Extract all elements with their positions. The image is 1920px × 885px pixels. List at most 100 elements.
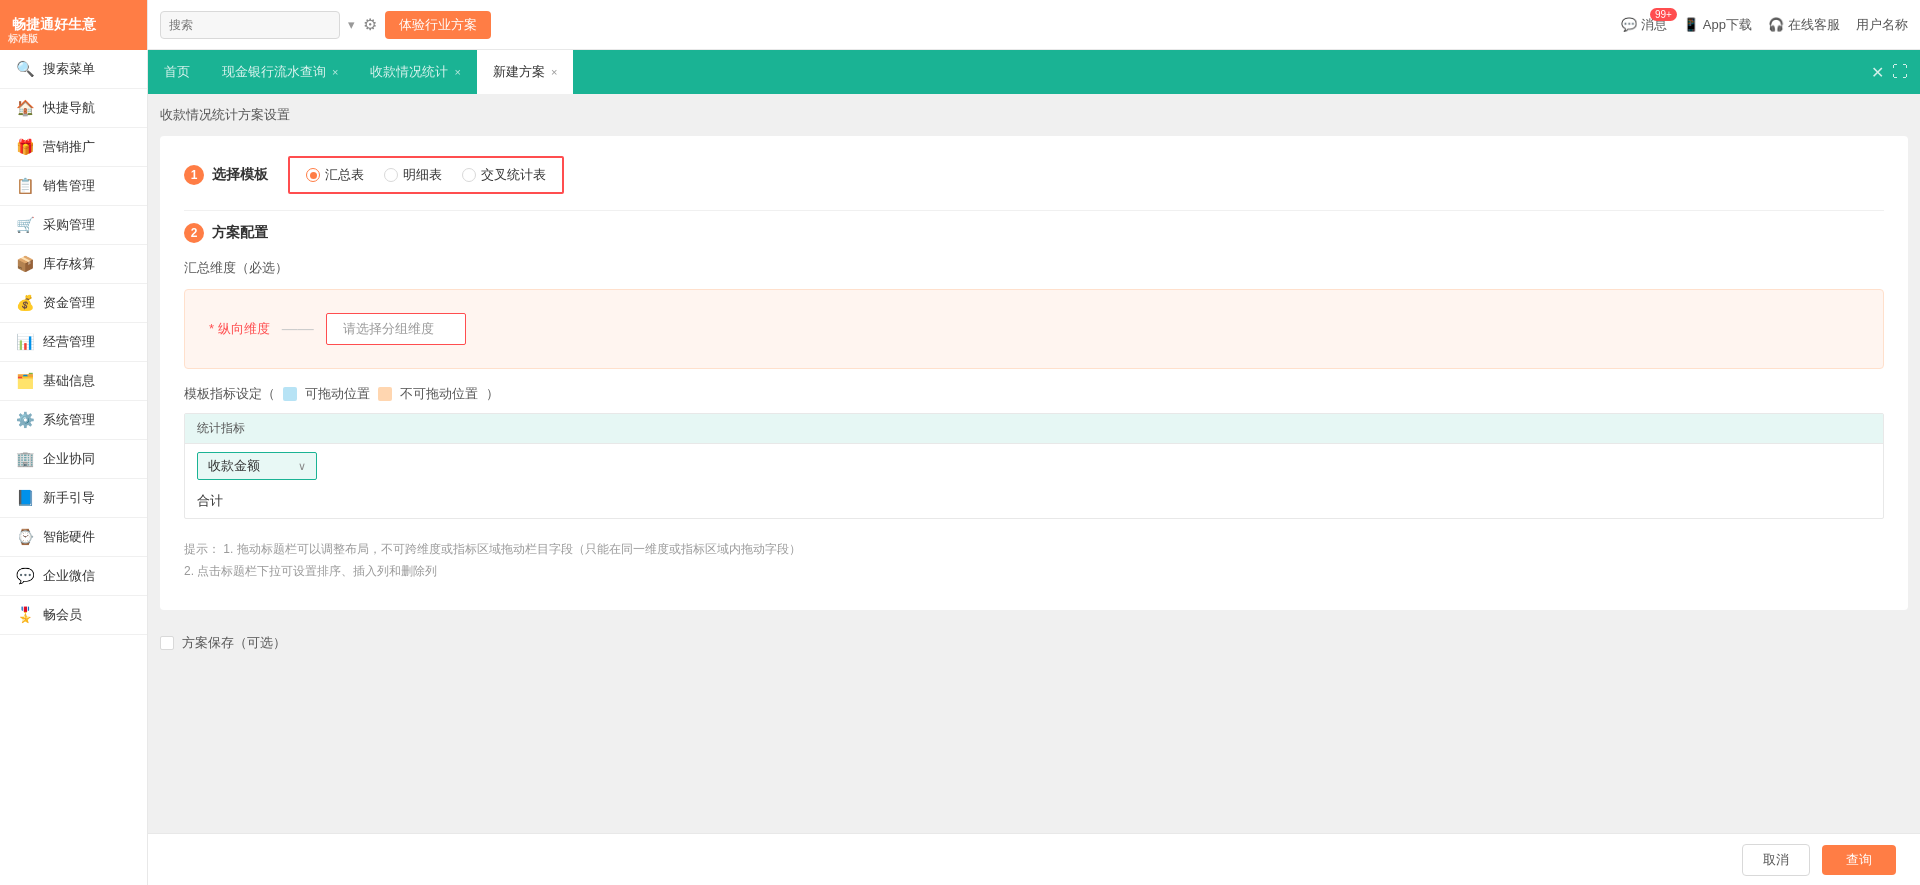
tab-bank-query[interactable]: 现金银行流水查询 × bbox=[206, 50, 354, 94]
sidebar-item-label: 畅会员 bbox=[43, 606, 82, 624]
dim-select[interactable]: 请选择分组维度 bbox=[326, 313, 466, 345]
sidebar-item-inventory[interactable]: 📦 库存核算 bbox=[0, 245, 147, 284]
non-draggable-badge bbox=[378, 387, 392, 401]
draggable-badge bbox=[283, 387, 297, 401]
metric-item-receipt[interactable]: 收款金额 ∨ bbox=[197, 452, 317, 480]
sidebar-item-label: 经营管理 bbox=[43, 333, 95, 351]
sidebar: 畅捷通好生意 标准版 🔍 搜索菜单 🏠 快捷导航 🎁 营销推广 📋 销售管理 🛒… bbox=[0, 0, 148, 885]
indicator-settings-label: 模板指标设定（ 可拖动位置 不可拖动位置 ） bbox=[184, 385, 1884, 403]
smarthw-icon: ⌚ bbox=[16, 528, 35, 546]
radio-summary[interactable]: 汇总表 bbox=[306, 166, 364, 184]
sidebar-item-sales[interactable]: 📋 销售管理 bbox=[0, 167, 147, 206]
tab-receipt-stat[interactable]: 收款情况统计 × bbox=[354, 50, 476, 94]
app-label: App下载 bbox=[1703, 16, 1752, 34]
tab-receipt-stat-close[interactable]: × bbox=[454, 66, 460, 78]
step2-title: 方案配置 bbox=[212, 224, 268, 242]
sidebar-item-label: 新手引导 bbox=[43, 489, 95, 507]
topbar: ▾ ⚙ 体验行业方案 💬 消息 99+ 📱 App下载 🎧 在线客服 用户名称 bbox=[148, 0, 1920, 50]
sidebar-logo: 畅捷通好生意 标准版 bbox=[0, 0, 147, 50]
sidebar-item-base-info[interactable]: 🗂️ 基础信息 bbox=[0, 362, 147, 401]
sidebar-item-enterprise[interactable]: 🏢 企业协同 bbox=[0, 440, 147, 479]
metric-area: 统计指标 收款金额 ∨ 合计 bbox=[184, 413, 1884, 519]
sidebar-item-label: 搜索菜单 bbox=[43, 60, 95, 78]
enterprise-icon: 🏢 bbox=[16, 450, 35, 468]
message-icon: 💬 bbox=[1621, 17, 1637, 32]
sidebar-item-marketing[interactable]: 🎁 营销推广 bbox=[0, 128, 147, 167]
radio-cross[interactable]: 交叉统计表 bbox=[462, 166, 546, 184]
sidebar-item-wechat[interactable]: 💬 企业微信 bbox=[0, 557, 147, 596]
sidebar-item-label: 快捷导航 bbox=[43, 99, 95, 117]
sidebar-item-purchase[interactable]: 🛒 采购管理 bbox=[0, 206, 147, 245]
non-draggable-label: 不可拖动位置 bbox=[400, 385, 478, 403]
radio-detail-circle bbox=[384, 168, 398, 182]
service-label: 在线客服 bbox=[1788, 16, 1840, 34]
member-icon: 🎖️ bbox=[16, 606, 35, 624]
search-input[interactable] bbox=[160, 11, 340, 39]
message-btn[interactable]: 💬 消息 99+ bbox=[1621, 16, 1667, 34]
divider1 bbox=[184, 210, 1884, 211]
sidebar-item-label: 销售管理 bbox=[43, 177, 95, 195]
dropdown-arrow-icon[interactable]: ▾ bbox=[348, 17, 355, 32]
metric-subtotal: 合计 bbox=[185, 488, 1883, 518]
bottom-bar: 取消 查询 bbox=[148, 833, 1920, 885]
sidebar-item-search-menu[interactable]: 🔍 搜索菜单 bbox=[0, 50, 147, 89]
tab-new-plan[interactable]: 新建方案 × bbox=[477, 50, 573, 94]
sidebar-item-member[interactable]: 🎖️ 畅会员 bbox=[0, 596, 147, 635]
draggable-label: 可拖动位置 bbox=[305, 385, 370, 403]
dimension-label: 汇总维度（必选） bbox=[184, 259, 1884, 277]
service-btn[interactable]: 🎧 在线客服 bbox=[1768, 16, 1840, 34]
main-card: 1 选择模板 汇总表 明细表 交叉统计表 bbox=[160, 136, 1908, 610]
radio-summary-label: 汇总表 bbox=[325, 166, 364, 184]
close-window-icon[interactable]: ✕ bbox=[1871, 63, 1884, 82]
step2-header: 2 方案配置 bbox=[184, 223, 1884, 243]
save-checkbox[interactable] bbox=[160, 636, 174, 650]
sidebar-item-finance[interactable]: 💰 资金管理 bbox=[0, 284, 147, 323]
sidebar-item-label: 采购管理 bbox=[43, 216, 95, 234]
settings-icon[interactable]: ⚙ bbox=[363, 15, 377, 34]
tab-bank-query-close[interactable]: × bbox=[332, 66, 338, 78]
sidebar-item-system[interactable]: ⚙️ 系统管理 bbox=[0, 401, 147, 440]
tab-new-plan-close[interactable]: × bbox=[551, 66, 557, 78]
logo-badge: 标准版 bbox=[8, 32, 38, 46]
sidebar-item-label: 营销推广 bbox=[43, 138, 95, 156]
cancel-button[interactable]: 取消 bbox=[1742, 844, 1810, 876]
sidebar-item-label: 库存核算 bbox=[43, 255, 95, 273]
home-icon: 🏠 bbox=[16, 99, 35, 117]
step1-num: 1 bbox=[184, 165, 204, 185]
sales-icon: 📋 bbox=[16, 177, 35, 195]
main-area: ▾ ⚙ 体验行业方案 💬 消息 99+ 📱 App下载 🎧 在线客服 用户名称 bbox=[148, 0, 1920, 885]
app-icon: 📱 bbox=[1683, 17, 1699, 32]
save-option-label: 方案保存（可选） bbox=[182, 634, 286, 652]
industry-btn[interactable]: 体验行业方案 bbox=[385, 11, 491, 39]
metric-chevron-icon: ∨ bbox=[298, 460, 306, 473]
tab-new-plan-label: 新建方案 bbox=[493, 63, 545, 81]
sidebar-item-label: 资金管理 bbox=[43, 294, 95, 312]
tabbar: 首页 现金银行流水查询 × 收款情况统计 × 新建方案 × ✕ ⛶ bbox=[148, 50, 1920, 94]
sidebar-item-label: 系统管理 bbox=[43, 411, 95, 429]
sidebar-item-operations[interactable]: 📊 经营管理 bbox=[0, 323, 147, 362]
username: 用户名称 bbox=[1856, 16, 1908, 34]
wechat-icon: 💬 bbox=[16, 567, 35, 585]
dim-arrow: —— bbox=[282, 320, 314, 338]
page-breadcrumb: 收款情况统计方案设置 bbox=[160, 106, 1908, 124]
vertical-dim-label: * 纵向维度 bbox=[209, 320, 270, 338]
sidebar-item-smart-hw[interactable]: ⌚ 智能硬件 bbox=[0, 518, 147, 557]
metric-label: 收款金额 bbox=[208, 457, 260, 475]
dimension-area: * 纵向维度 —— 请选择分组维度 bbox=[184, 289, 1884, 369]
step2-num: 2 bbox=[184, 223, 204, 243]
radio-detail[interactable]: 明细表 bbox=[384, 166, 442, 184]
query-button[interactable]: 查询 bbox=[1822, 845, 1896, 875]
sidebar-item-guide[interactable]: 📘 新手引导 bbox=[0, 479, 147, 518]
user-info[interactable]: 用户名称 bbox=[1856, 16, 1908, 34]
radio-cross-label: 交叉统计表 bbox=[481, 166, 546, 184]
tab-home[interactable]: 首页 bbox=[148, 50, 206, 94]
step1-header: 1 选择模板 汇总表 明细表 交叉统计表 bbox=[184, 156, 1884, 194]
sidebar-item-label: 基础信息 bbox=[43, 372, 95, 390]
tip1: 提示： 1. 拖动标题栏可以调整布局，不可跨维度或指标区域拖动栏目字段（只能在同… bbox=[184, 539, 1884, 561]
radio-summary-circle bbox=[306, 168, 320, 182]
tab-receipt-stat-label: 收款情况统计 bbox=[370, 63, 448, 81]
maximize-icon[interactable]: ⛶ bbox=[1892, 63, 1908, 81]
tips-area: 提示： 1. 拖动标题栏可以调整布局，不可跨维度或指标区域拖动栏目字段（只能在同… bbox=[184, 531, 1884, 590]
app-download-btn[interactable]: 📱 App下载 bbox=[1683, 16, 1752, 34]
sidebar-item-quick-nav[interactable]: 🏠 快捷导航 bbox=[0, 89, 147, 128]
